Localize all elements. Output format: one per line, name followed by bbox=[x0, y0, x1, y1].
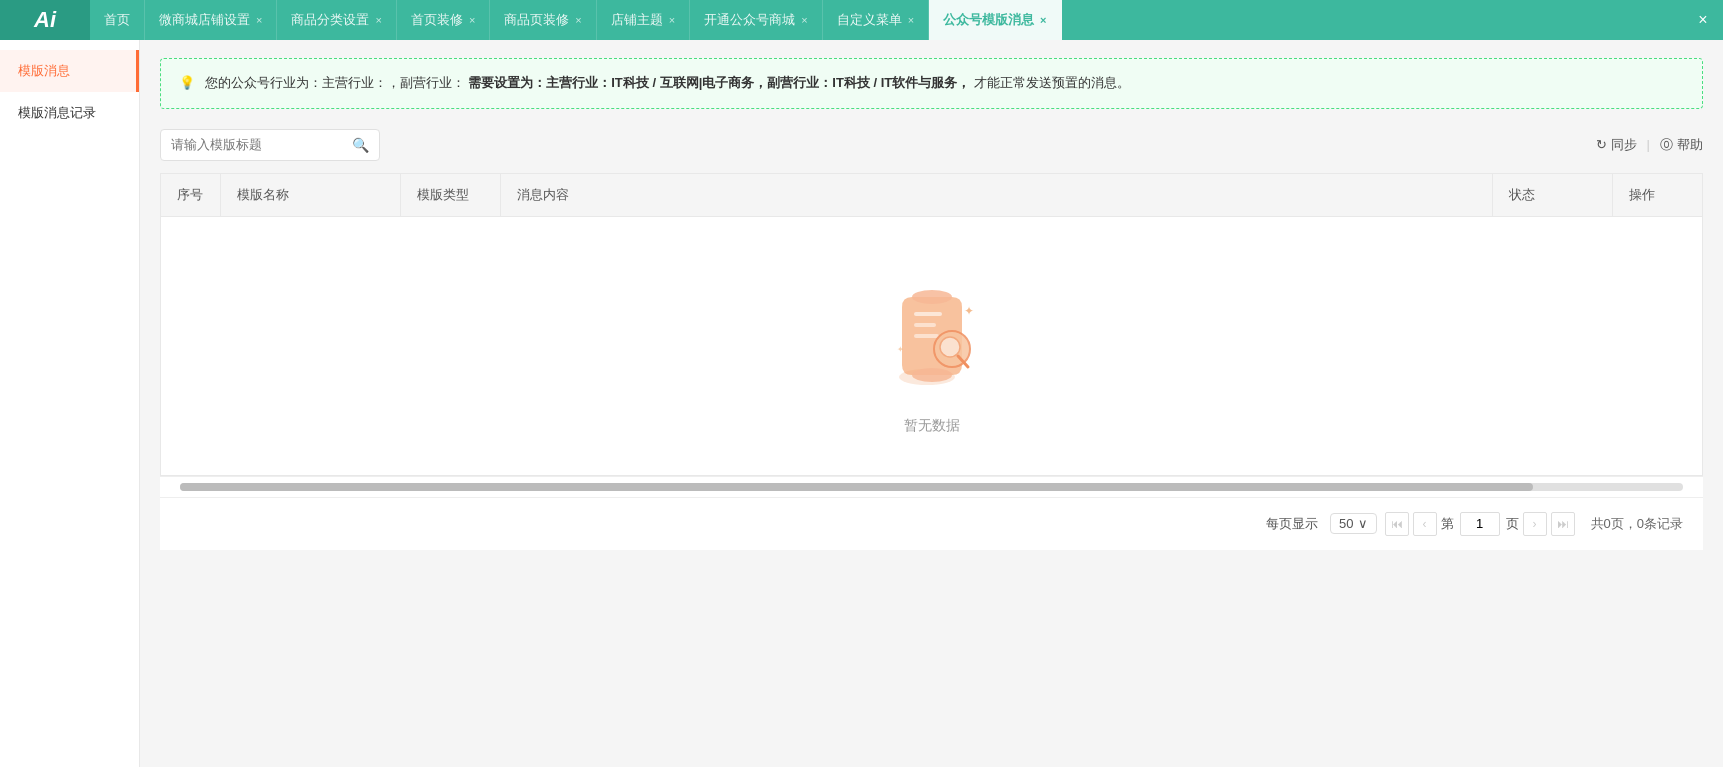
first-page-button[interactable]: ⏮ bbox=[1385, 512, 1409, 536]
tab-custom-menu[interactable]: 自定义菜单 × bbox=[823, 0, 929, 40]
empty-state-row: ✦ ✦ 暂无数据 bbox=[161, 216, 1703, 475]
table-header-row: 序号 模版名称 模版类型 消息内容 状态 操作 bbox=[161, 173, 1703, 216]
col-content-header: 消息内容 bbox=[501, 173, 1493, 216]
search-input[interactable] bbox=[171, 137, 352, 152]
svg-point-7 bbox=[940, 337, 960, 357]
page-unit: 页 bbox=[1506, 515, 1519, 533]
last-page-button[interactable]: ⏭ bbox=[1551, 512, 1575, 536]
scroll-bar-area[interactable] bbox=[160, 476, 1703, 497]
svg-rect-4 bbox=[914, 323, 936, 327]
tab-close-open-mall[interactable]: × bbox=[801, 14, 807, 26]
tab-close-category-settings[interactable]: × bbox=[375, 14, 381, 26]
svg-rect-5 bbox=[914, 334, 939, 338]
tab-category-settings[interactable]: 商品分类设置 × bbox=[277, 0, 396, 40]
tab-home[interactable]: 首页 bbox=[90, 0, 145, 40]
empty-state: ✦ ✦ 暂无数据 bbox=[161, 217, 1702, 475]
sidebar-item-template-msg[interactable]: 模版消息 bbox=[0, 50, 139, 92]
sync-button[interactable]: ↻ 同步 bbox=[1596, 136, 1637, 154]
banner-prefix: 您的公众号行业为：主营行业：，副营行业： bbox=[205, 75, 465, 90]
col-action-header: 操作 bbox=[1613, 173, 1703, 216]
tab-template-msg[interactable]: 公众号模版消息 × bbox=[929, 0, 1061, 40]
per-page-value: 50 bbox=[1339, 516, 1353, 531]
search-bar: 🔍 ↻ 同步 | ⓪ 帮助 bbox=[160, 129, 1703, 161]
bulb-icon: 💡 bbox=[179, 75, 195, 90]
tab-store-theme[interactable]: 店铺主题 × bbox=[597, 0, 690, 40]
page-input-wrap: 第 页 bbox=[1441, 512, 1519, 536]
empty-illustration: ✦ ✦ bbox=[872, 277, 992, 397]
per-page-select[interactable]: 50 ∨ bbox=[1330, 513, 1376, 534]
banner-highlight: 需要设置为：主营行业：IT科技 / 互联网|电子商务，副营行业：IT科技 / I… bbox=[468, 75, 970, 90]
col-status-header: 状态 bbox=[1493, 173, 1613, 216]
divider: | bbox=[1647, 137, 1650, 152]
tab-close-product-decoration[interactable]: × bbox=[575, 14, 581, 26]
tab-close-home-decoration[interactable]: × bbox=[469, 14, 475, 26]
tab-home-decoration[interactable]: 首页装修 × bbox=[397, 0, 490, 40]
help-button[interactable]: ⓪ 帮助 bbox=[1660, 136, 1703, 154]
tab-close-custom-menu[interactable]: × bbox=[908, 14, 914, 26]
next-page-icon: › bbox=[1533, 517, 1537, 531]
last-page-icon: ⏭ bbox=[1557, 517, 1569, 531]
prev-page-button[interactable]: ‹ bbox=[1413, 512, 1437, 536]
col-seq-header: 序号 bbox=[161, 173, 221, 216]
col-type-header: 模版类型 bbox=[401, 173, 501, 216]
scroll-track[interactable] bbox=[180, 483, 1683, 491]
sidebar-item-template-record[interactable]: 模版消息记录 bbox=[0, 92, 139, 134]
svg-point-2 bbox=[912, 368, 952, 382]
info-banner: 💡 您的公众号行业为：主营行业：，副营行业： 需要设置为：主营行业：IT科技 /… bbox=[160, 58, 1703, 109]
svg-text:✦: ✦ bbox=[964, 304, 974, 318]
close-all-tabs-button[interactable]: × bbox=[1683, 0, 1723, 40]
tab-open-mall[interactable]: 开通公众号商城 × bbox=[690, 0, 822, 40]
tab-close-shop-settings[interactable]: × bbox=[256, 14, 262, 26]
first-page-icon: ⏮ bbox=[1391, 517, 1403, 531]
tab-bar: 首页微商城店铺设置 ×商品分类设置 ×首页装修 ×商品页装修 ×店铺主题 ×开通… bbox=[90, 0, 1683, 40]
app-logo: Ai bbox=[0, 0, 90, 40]
svg-rect-3 bbox=[914, 312, 942, 316]
sync-icon: ↻ bbox=[1596, 137, 1607, 152]
empty-text: 暂无数据 bbox=[161, 417, 1702, 435]
sidebar: 模版消息模版消息记录 bbox=[0, 40, 140, 767]
svg-text:✦: ✦ bbox=[897, 345, 904, 354]
pagination: 每页显示 50 ∨ ⏮ ‹ 第 页 › bbox=[160, 497, 1703, 550]
pagination-nav: ⏮ ‹ 第 页 › ⏭ bbox=[1385, 512, 1575, 536]
col-name-header: 模版名称 bbox=[221, 173, 401, 216]
search-icon[interactable]: 🔍 bbox=[352, 137, 369, 153]
page-label: 第 bbox=[1441, 515, 1454, 533]
help-icon: ⓪ bbox=[1660, 136, 1673, 154]
per-page-label: 每页显示 bbox=[1266, 515, 1318, 533]
prev-page-icon: ‹ bbox=[1423, 517, 1427, 531]
sync-label: 同步 bbox=[1611, 136, 1637, 154]
search-right: ↻ 同步 | ⓪ 帮助 bbox=[1596, 136, 1703, 154]
search-left: 🔍 bbox=[160, 129, 380, 161]
page-input[interactable] bbox=[1460, 512, 1500, 536]
tab-shop-settings[interactable]: 微商城店铺设置 × bbox=[145, 0, 277, 40]
total-info: 共0页，0条记录 bbox=[1591, 515, 1683, 533]
svg-point-1 bbox=[912, 290, 952, 304]
search-input-wrap[interactable]: 🔍 bbox=[160, 129, 380, 161]
tab-product-decoration[interactable]: 商品页装修 × bbox=[490, 0, 596, 40]
tab-close-template-msg[interactable]: × bbox=[1040, 14, 1046, 26]
banner-suffix: 才能正常发送预置的消息。 bbox=[974, 75, 1130, 90]
tab-close-store-theme[interactable]: × bbox=[669, 14, 675, 26]
help-label: 帮助 bbox=[1677, 136, 1703, 154]
next-page-button[interactable]: › bbox=[1523, 512, 1547, 536]
empty-state-cell: ✦ ✦ 暂无数据 bbox=[161, 216, 1703, 475]
main-layout: 模版消息模版消息记录 💡 您的公众号行业为：主营行业：，副营行业： 需要设置为：… bbox=[0, 40, 1723, 767]
chevron-down-icon: ∨ bbox=[1358, 516, 1368, 531]
scroll-thumb[interactable] bbox=[180, 483, 1533, 491]
data-table: 序号 模版名称 模版类型 消息内容 状态 操作 bbox=[160, 173, 1703, 476]
top-nav: Ai 首页微商城店铺设置 ×商品分类设置 ×首页装修 ×商品页装修 ×店铺主题 … bbox=[0, 0, 1723, 40]
content-area: 💡 您的公众号行业为：主营行业：，副营行业： 需要设置为：主营行业：IT科技 /… bbox=[140, 40, 1723, 767]
